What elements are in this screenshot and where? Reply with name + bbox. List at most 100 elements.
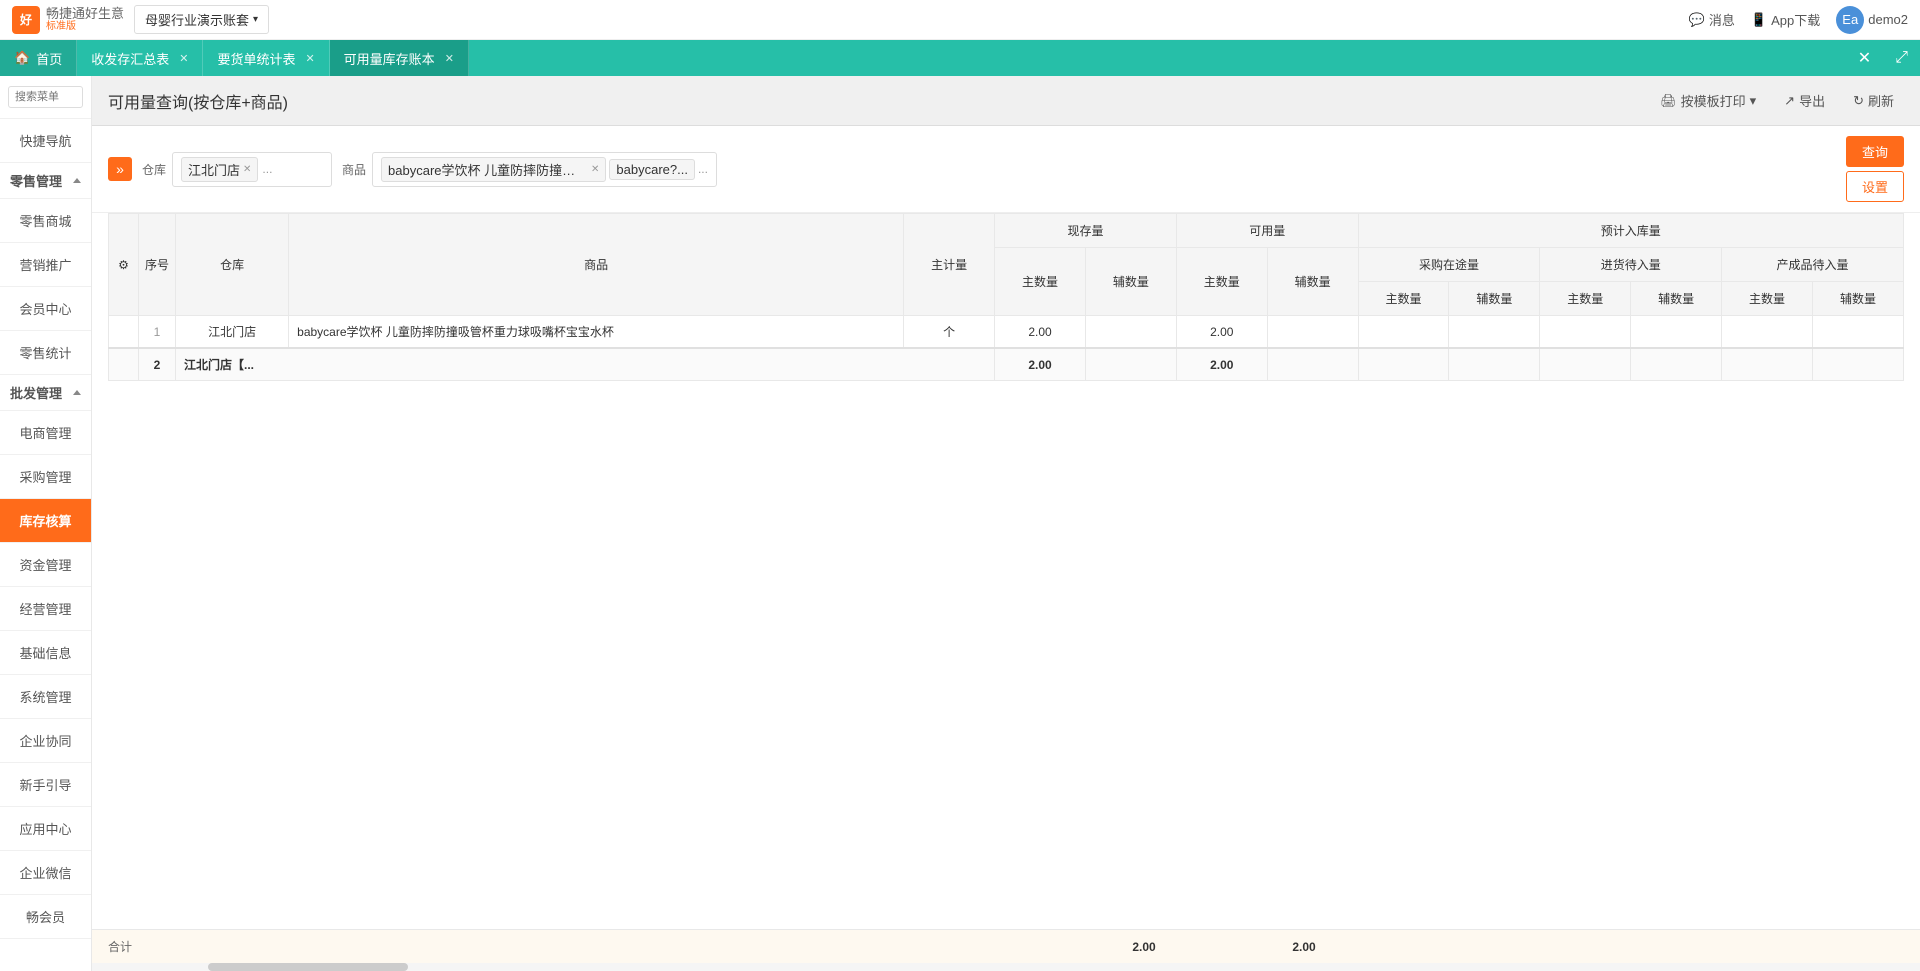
query-btn[interactable]: 查询 [1846,136,1904,167]
row-purchase-sub [1449,316,1540,349]
logo-area: 好 畅捷通好生意 标准版 [12,6,124,34]
settings-btn[interactable]: 设置 [1846,171,1904,202]
export-icon: ↗ [1784,93,1795,109]
row-avail-sub [1267,316,1358,349]
unit-header: 主计量 [904,214,995,316]
sidebar-search[interactable] [0,76,91,119]
tab-maximize-btn[interactable]: ⤢ [1883,40,1920,76]
row-product: babycare学饮杯 儿童防摔防撞吸管杯重力球吸嘴杯宝宝水杯 [289,316,904,349]
row-warehouse: 江北门店 [176,316,289,349]
tab-close-receipt[interactable]: ✕ [179,52,188,65]
total-avail-main: 2.00 [1264,940,1344,954]
sidebar-item-quick-nav[interactable]: 快捷导航 [0,119,91,163]
sidebar-item-marketing[interactable]: 营销推广 [0,243,91,287]
collapse-icon [73,178,81,183]
scrollbar-thumb[interactable] [208,963,408,971]
expand-filter-btn[interactable]: » [108,157,132,181]
sidebar-item-basic-info[interactable]: 基础信息 [0,631,91,675]
chevron-down-icon: ▾ [253,14,258,25]
product-more-btn[interactable]: ... [698,162,708,176]
subtotal-label: 江北门店【... [176,348,995,381]
sidebar-item-member[interactable]: 会员中心 [0,287,91,331]
filter-bar: » 仓库 江北门店 ✕ ... 商品 babycare学饮杯 儿童防摔防撞吸管杯… [92,126,1920,213]
tab-bar: 🏠 首页 收发存汇总表 ✕ 要货单统计表 ✕ 可用量库存账本 ✕ ✕ ⤢ [0,40,1920,76]
tab-receipt[interactable]: 收发存汇总表 ✕ [77,40,203,76]
tab-close-inventory[interactable]: ✕ [445,52,454,65]
sidebar-item-finance[interactable]: 资金管理 [0,543,91,587]
sidebar-item-inventory-check[interactable]: 库存核算 [0,499,91,543]
industry-selector[interactable]: 母婴行业演示账套 ▾ [134,5,269,34]
avail-main-header: 主数量 [1176,248,1267,316]
row-check[interactable] [109,316,139,349]
sidebar-item-purchase-mgmt[interactable]: 采购管理 [0,455,91,499]
sidebar-group-wholesale[interactable]: 批发管理 [0,375,91,411]
sidebar-item-app-center[interactable]: 应用中心 [0,807,91,851]
stock-sub-header: 辅数量 [1085,248,1176,316]
warehouse-label: 仓库 [142,161,166,178]
settings-header[interactable]: ⚙ [109,214,139,316]
sidebar-item-newbie-guide[interactable]: 新手引导 [0,763,91,807]
tab-home[interactable]: 🏠 首页 [0,40,77,76]
content-area: 可用量查询(按仓库+商品) 🖨 按模板打印 ▾ ↗ 导出 ↻ 刷新 » [92,76,1920,971]
row-inbound-sub [1631,316,1722,349]
sidebar-item-retail-stats[interactable]: 零售统计 [0,331,91,375]
subtotal-stock-main: 2.00 [995,348,1086,381]
purchase-sub-header: 辅数量 [1449,282,1540,316]
warehouse-filter: 仓库 江北门店 ✕ ... [142,152,332,187]
tab-inventory[interactable]: 可用量库存账本 ✕ [330,40,469,76]
sidebar-item-system-mgmt[interactable]: 系统管理 [0,675,91,719]
tab-purchase[interactable]: 要货单统计表 ✕ [203,40,329,76]
subtotal-stock-sub [1085,348,1176,381]
export-btn[interactable]: ↗ 导出 [1774,86,1835,115]
warehouse-more-btn[interactable]: ... [262,162,272,176]
total-label: 合计 [108,938,152,955]
inbound-main-header: 主数量 [1540,282,1631,316]
template-print-btn[interactable]: 🖨 按模板打印 ▾ [1650,86,1766,115]
stock-main-header: 主数量 [995,248,1086,316]
refresh-btn[interactable]: ↻ 刷新 [1843,86,1904,115]
sidebar-item-retail-mall[interactable]: 零售商城 [0,199,91,243]
sidebar-item-ecommerce[interactable]: 电商管理 [0,411,91,455]
subtotal-production-sub [1812,348,1903,381]
message-icon: 💬 [1689,12,1705,28]
inbound-group-header: 进货待入量 [1540,248,1722,282]
row-unit: 个 [904,316,995,349]
warehouse-input[interactable]: 江北门店 ✕ ... [172,152,332,187]
subtotal-inbound-main [1540,348,1631,381]
sidebar-item-enterprise-wechat[interactable]: 企业微信 [0,851,91,895]
top-bar: 好 畅捷通好生意 标准版 母婴行业演示账套 ▾ 💬 消息 📱 App下载 Ea … [0,0,1920,40]
app-download-btn[interactable]: 📱 App下载 [1751,10,1820,29]
row-stock-sub [1085,316,1176,349]
avatar: Ea [1836,6,1864,34]
avail-group-header: 可用量 [1176,214,1358,248]
row-avail-main: 2.00 [1176,316,1267,349]
tab-close-purchase[interactable]: ✕ [305,52,314,65]
chevron-down-icon-print: ▾ [1750,93,1757,109]
sidebar-item-operations[interactable]: 经营管理 [0,587,91,631]
sidebar: 快捷导航 零售管理 零售商城 营销推广 会员中心 零售统计 批发管理 电商管理 … [0,76,92,971]
table-footer: 合计 2.00 2.00 [92,929,1920,963]
page-header: 可用量查询(按仓库+商品) 🖨 按模板打印 ▾ ↗ 导出 ↻ 刷新 [92,76,1920,126]
product-filter: 商品 babycare学饮杯 儿童防摔防撞吸管杯重力球吸嘴杯宝宝水杯 ✕ bab… [342,152,717,187]
message-btn[interactable]: 💬 消息 [1689,10,1735,29]
inventory-table: ⚙ 序号 仓库 商品 主计量 现存量 可用量 预计入库量 主数量 辅数量 主数量… [108,213,1904,381]
product-tag-1-remove[interactable]: ✕ [591,164,599,175]
product-input[interactable]: babycare学饮杯 儿童防摔防撞吸管杯重力球吸嘴杯宝宝水杯 ✕ babyca… [372,152,717,187]
main-layout: 快捷导航 零售管理 零售商城 营销推广 会员中心 零售统计 批发管理 电商管理 … [0,76,1920,971]
search-input[interactable] [8,86,83,108]
product-label: 商品 [342,161,366,178]
tab-close-btn[interactable]: ✕ [1846,40,1883,76]
purchase-group-header: 采购在途量 [1358,248,1540,282]
sidebar-group-retail[interactable]: 零售管理 [0,163,91,199]
production-main-header: 主数量 [1722,282,1813,316]
sidebar-item-vip-member[interactable]: 畅会员 [0,895,91,939]
avail-sub-header: 辅数量 [1267,248,1358,316]
subtotal-inbound-sub [1631,348,1722,381]
horizontal-scrollbar[interactable] [108,963,1904,971]
subtotal-purchase-main [1358,348,1449,381]
row-stock-main: 2.00 [995,316,1086,349]
sidebar-item-enterprise-coop[interactable]: 企业协同 [0,719,91,763]
subtotal-no: 2 [139,348,176,381]
warehouse-tag-remove[interactable]: ✕ [243,164,251,175]
user-area[interactable]: Ea demo2 [1836,6,1908,34]
